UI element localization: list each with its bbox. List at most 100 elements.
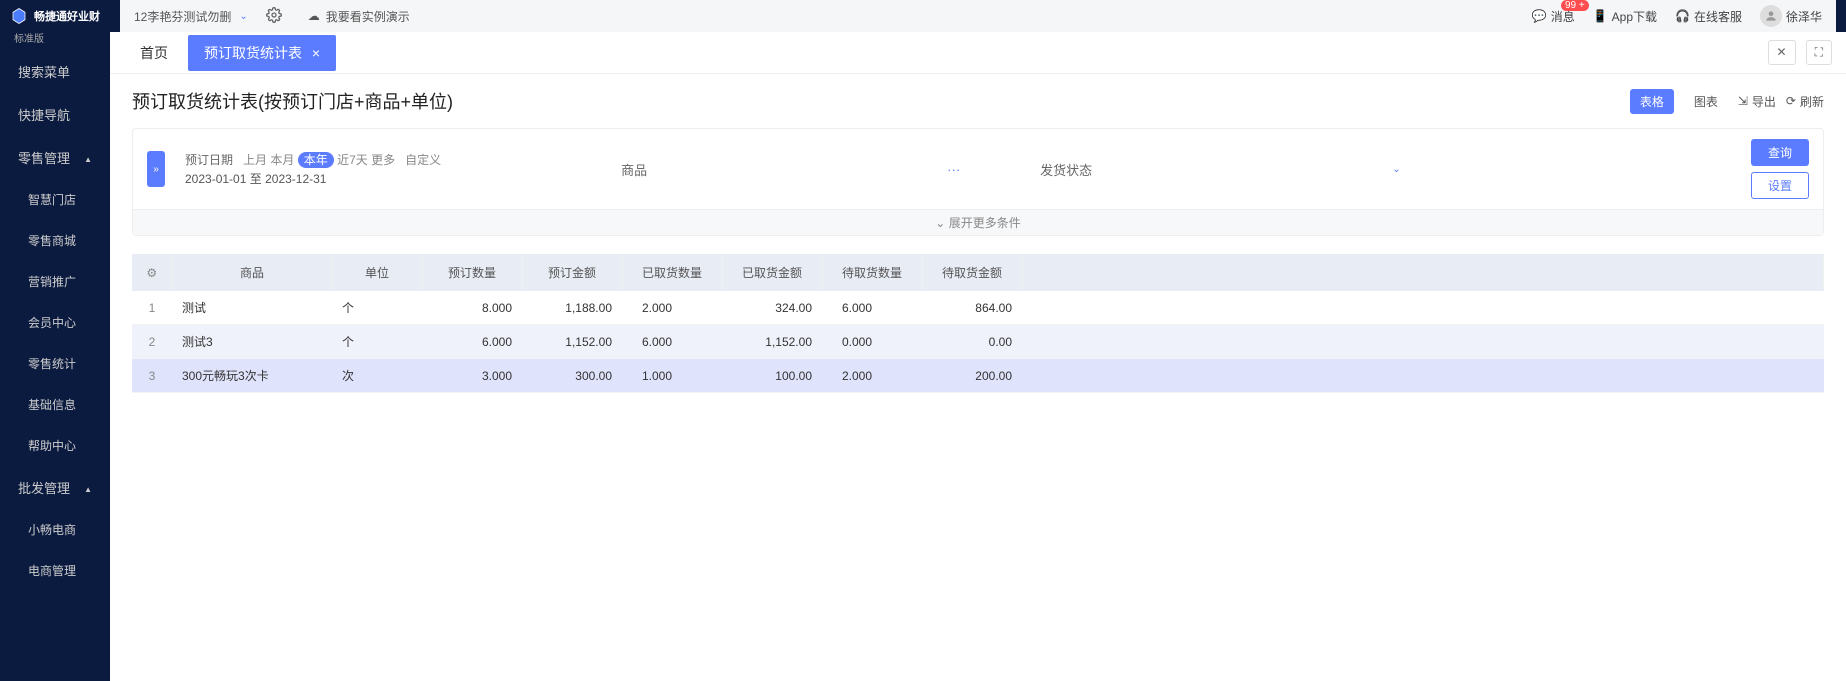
close-all-icon[interactable]: ✕ bbox=[1768, 40, 1796, 65]
sidebar-item-6[interactable]: 会员中心 bbox=[0, 302, 110, 343]
date-preset-本年[interactable]: 本年 bbox=[298, 152, 334, 168]
product-more-icon[interactable]: ··· bbox=[947, 162, 960, 177]
sidebar-item-5[interactable]: 营销推广 bbox=[0, 261, 110, 302]
col-amt[interactable]: 预订金额 bbox=[522, 254, 622, 291]
phone-icon: 📱 bbox=[1593, 9, 1608, 23]
tab-home[interactable]: 首页 bbox=[124, 35, 184, 71]
date-preset-更多[interactable]: 更多 bbox=[371, 153, 395, 167]
date-label: 预订日期 bbox=[185, 151, 233, 168]
date-preset-近7天[interactable]: 近7天 bbox=[337, 153, 368, 167]
brand-text: 畅捷通好业财 bbox=[34, 8, 100, 24]
sidebar-item-3[interactable]: 智慧门店 bbox=[0, 179, 110, 220]
sidebar-item-label: 智慧门店 bbox=[28, 191, 76, 208]
tab-close-icon[interactable]: × bbox=[312, 45, 320, 61]
user-menu[interactable]: 徐泽华 bbox=[1760, 5, 1822, 27]
table-row[interactable]: 2测试3个6.0001,152.006.0001,152.000.0000.00 bbox=[132, 325, 1824, 359]
online-service-button[interactable]: 🎧 在线客服 bbox=[1675, 8, 1742, 25]
demo-link[interactable]: ☁ 我要看实例演示 bbox=[308, 8, 410, 25]
sidebar-item-8[interactable]: 基础信息 bbox=[0, 384, 110, 425]
product-input[interactable] bbox=[657, 155, 937, 183]
sidebar-item-11[interactable]: 小畅电商 bbox=[0, 509, 110, 550]
filter-collapse-button[interactable]: » bbox=[147, 151, 165, 187]
date-from: 2023-01-01 bbox=[185, 172, 246, 186]
table-row[interactable]: 1测试个8.0001,188.002.000324.006.000864.00 bbox=[132, 291, 1824, 325]
cell-pending-qty: 0.000 bbox=[822, 325, 922, 359]
date-preset-上月[interactable]: 上月 bbox=[243, 153, 267, 167]
user-name: 徐泽华 bbox=[1786, 8, 1822, 25]
sidebar-item-0[interactable]: 搜索菜单 bbox=[0, 50, 110, 93]
avatar bbox=[1760, 5, 1782, 27]
sidebar-item-label: 会员中心 bbox=[28, 314, 76, 331]
message-icon: 💬 bbox=[1532, 9, 1547, 23]
main-content: 首页 预订取货统计表 × ✕ ⛶ 预订取货统计表(按预订门店+商品+单位) 表格… bbox=[110, 32, 1846, 681]
cell-spacer bbox=[1022, 359, 1824, 393]
sidebar-item-7[interactable]: 零售统计 bbox=[0, 343, 110, 384]
sidebar-item-label: 零售管理 bbox=[18, 148, 70, 167]
org-name: 12李艳芬测试勿删 bbox=[134, 8, 231, 25]
date-to: 2023-12-31 bbox=[265, 172, 326, 186]
table-row[interactable]: 3300元畅玩3次卡次3.000300.001.000100.002.00020… bbox=[132, 359, 1824, 393]
messages-button[interactable]: 💬 消息 99 + bbox=[1532, 8, 1575, 25]
col-product[interactable]: 商品 bbox=[172, 254, 332, 291]
query-button[interactable]: 查询 bbox=[1751, 139, 1809, 166]
date-custom[interactable]: 自定义 bbox=[405, 151, 441, 168]
filter-panel: » 预订日期 上月 本月 本年 近7天 更多 自定义 2023-01-01 至 … bbox=[132, 128, 1824, 236]
view-table-button[interactable]: 表格 bbox=[1630, 89, 1674, 114]
tab-label: 预订取货统计表 bbox=[204, 45, 302, 61]
view-chart-button[interactable]: 图表 bbox=[1684, 89, 1728, 114]
cell-spacer bbox=[1022, 325, 1824, 359]
cell-idx: 1 bbox=[132, 291, 172, 325]
cell-pending-amt: 864.00 bbox=[922, 291, 1022, 325]
col-picked-qty[interactable]: 已取货数量 bbox=[622, 254, 722, 291]
table-settings-icon[interactable]: ⚙ bbox=[132, 254, 172, 291]
cell-qty: 8.000 bbox=[422, 291, 522, 325]
org-selector[interactable]: 12李艳芬测试勿删 ⌄ bbox=[134, 8, 248, 25]
sidebar-item-label: 电商管理 bbox=[28, 562, 76, 579]
fullscreen-icon[interactable]: ⛶ bbox=[1806, 40, 1832, 65]
sidebar-item-2[interactable]: 零售管理 bbox=[0, 136, 110, 179]
status-label: 发货状态 bbox=[1040, 160, 1092, 179]
headset-icon: 🎧 bbox=[1675, 9, 1690, 23]
cell-product: 300元畅玩3次卡 bbox=[172, 359, 332, 393]
page-header: 预订取货统计表(按预订门店+商品+单位) 表格 图表 ⇲ 导出 ⟳ 刷新 bbox=[110, 74, 1846, 128]
tab-report-active[interactable]: 预订取货统计表 × bbox=[188, 35, 336, 71]
refresh-button[interactable]: ⟳ 刷新 bbox=[1786, 93, 1824, 110]
data-table-wrap: ⚙ 商品 单位 预订数量 预订金额 已取货数量 已取货金额 待取货数量 待取货金… bbox=[132, 254, 1824, 393]
sidebar: 搜索菜单快捷导航零售管理智慧门店零售商城营销推广会员中心零售统计基础信息帮助中心… bbox=[0, 32, 110, 681]
settings-button[interactable]: 设置 bbox=[1751, 172, 1809, 199]
sidebar-item-label: 营销推广 bbox=[28, 273, 76, 290]
sidebar-item-4[interactable]: 零售商城 bbox=[0, 220, 110, 261]
tab-bar: 首页 预订取货统计表 × ✕ ⛶ bbox=[110, 32, 1846, 74]
col-pending-qty[interactable]: 待取货数量 bbox=[822, 254, 922, 291]
status-input[interactable] bbox=[1102, 155, 1382, 183]
export-button[interactable]: ⇲ 导出 bbox=[1738, 93, 1776, 110]
status-chevron-icon[interactable]: ⌄ bbox=[1392, 164, 1400, 175]
brand-sub: 标准版 bbox=[14, 30, 44, 45]
sidebar-item-label: 零售统计 bbox=[28, 355, 76, 372]
cell-picked-qty: 1.000 bbox=[622, 359, 722, 393]
date-range[interactable]: 2023-01-01 至 2023-12-31 bbox=[185, 170, 441, 187]
col-unit[interactable]: 单位 bbox=[332, 254, 422, 291]
sidebar-item-12[interactable]: 电商管理 bbox=[0, 550, 110, 591]
app-download-button[interactable]: 📱 App下载 bbox=[1593, 8, 1657, 25]
expand-filters-button[interactable]: ⌄ 展开更多条件 bbox=[133, 209, 1823, 235]
settings-gear-icon[interactable] bbox=[266, 7, 282, 26]
cell-pending-qty: 2.000 bbox=[822, 359, 922, 393]
sidebar-item-9[interactable]: 帮助中心 bbox=[0, 425, 110, 466]
export-icon: ⇲ bbox=[1738, 94, 1748, 108]
app-label: App下载 bbox=[1612, 8, 1657, 25]
col-spacer bbox=[1022, 254, 1824, 291]
cell-pending-qty: 6.000 bbox=[822, 291, 922, 325]
col-picked-amt[interactable]: 已取货金额 bbox=[722, 254, 822, 291]
col-pending-amt[interactable]: 待取货金额 bbox=[922, 254, 1022, 291]
cell-idx: 2 bbox=[132, 325, 172, 359]
table-header: ⚙ 商品 单位 预订数量 预订金额 已取货数量 已取货金额 待取货数量 待取货金… bbox=[132, 254, 1824, 291]
sidebar-item-10[interactable]: 批发管理 bbox=[0, 466, 110, 509]
chevron-down-icon: ⌄ bbox=[239, 11, 247, 22]
sidebar-item-1[interactable]: 快捷导航 bbox=[0, 93, 110, 136]
col-qty[interactable]: 预订数量 bbox=[422, 254, 522, 291]
chevron-up-icon bbox=[84, 480, 92, 495]
date-preset-本月[interactable]: 本月 bbox=[270, 153, 294, 167]
cell-unit: 次 bbox=[332, 359, 422, 393]
tab-controls: ✕ ⛶ bbox=[1768, 40, 1832, 65]
